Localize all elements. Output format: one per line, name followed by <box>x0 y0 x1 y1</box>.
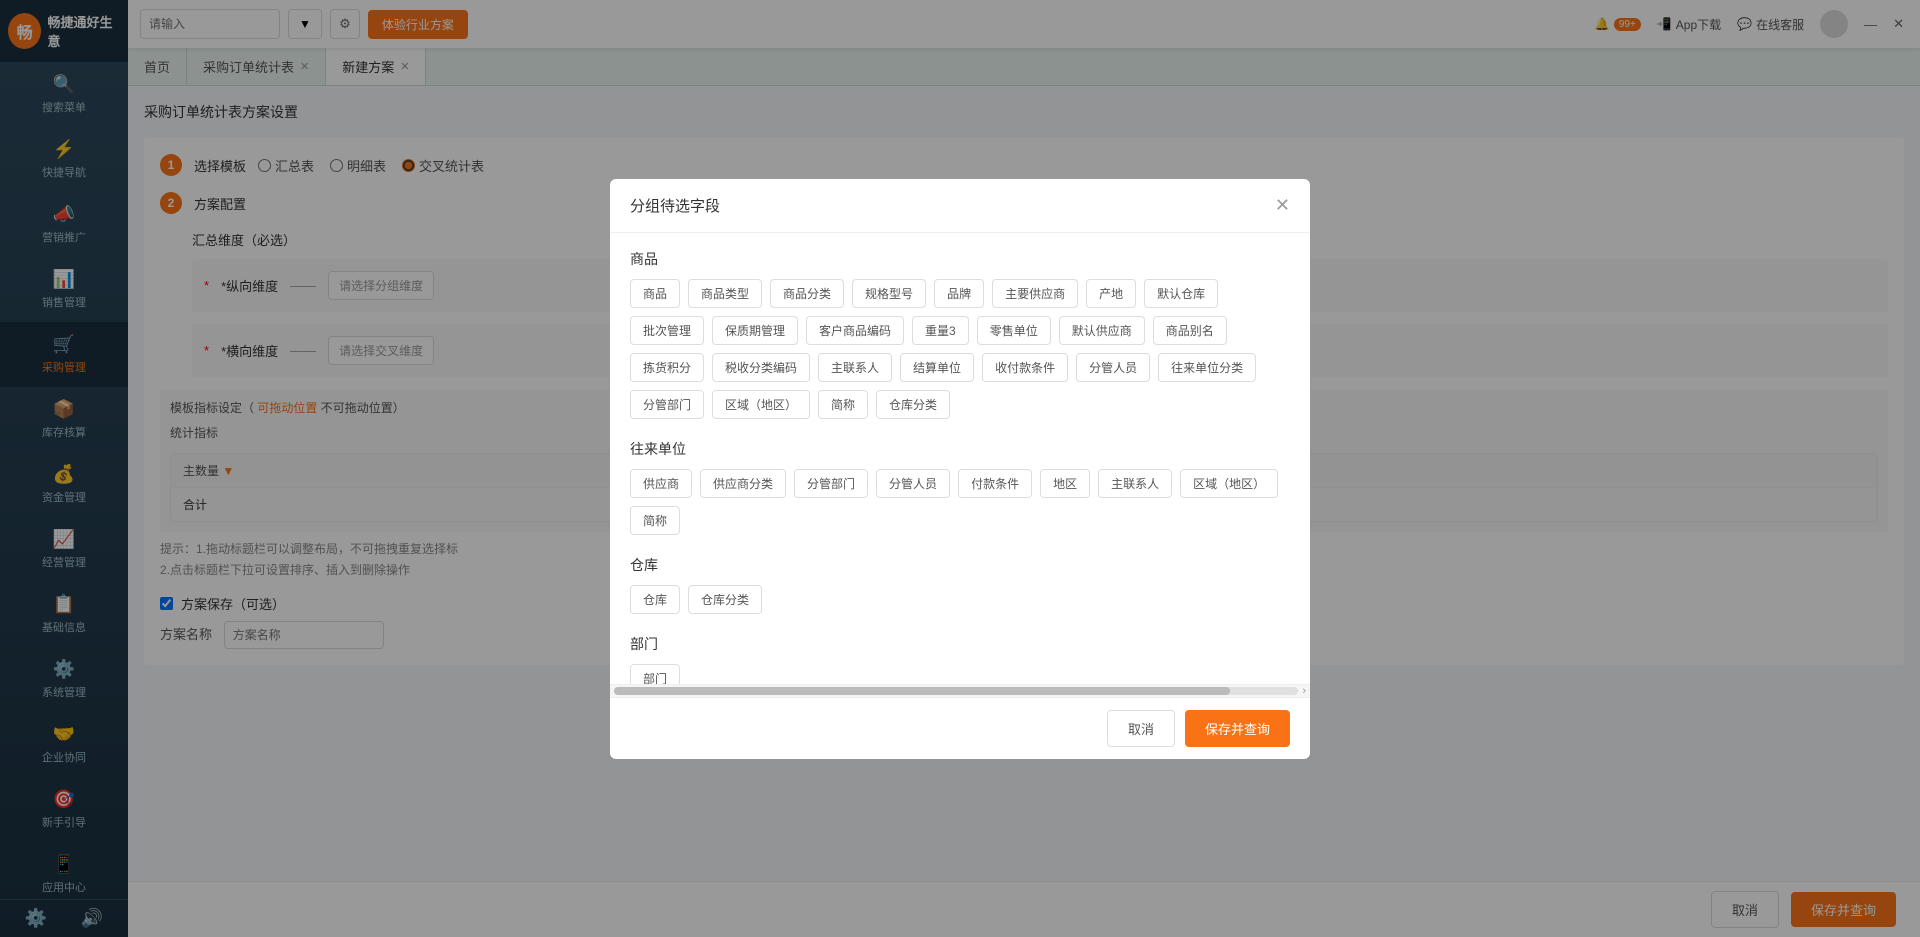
modal-overlay: 分组待选字段 ✕ 商品 商品 商品类型 商品分类 规格型号 品牌 主要供应商 产… <box>0 0 1920 937</box>
scroll-right-arrow[interactable]: › <box>1302 685 1306 697</box>
modal-close-icon[interactable]: ✕ <box>1275 195 1290 216</box>
field-tag-source-unit-cat[interactable]: 往来单位分类 <box>1158 353 1256 382</box>
field-tag-warehouse-cat[interactable]: 仓库分类 <box>876 390 950 419</box>
field-tag-mgmt-dept[interactable]: 分管部门 <box>630 390 704 419</box>
modal-scrollbar-track <box>614 687 1298 695</box>
field-tags-counterpart: 供应商 供应商分类 分管部门 分管人员 付款条件 地区 主联系人 区域（地区） … <box>630 469 1290 535</box>
field-tag-origin[interactable]: 产地 <box>1086 279 1136 308</box>
field-tag-pick-points[interactable]: 拣货积分 <box>630 353 704 382</box>
modal-footer: 取消 保存并查询 <box>610 697 1310 759</box>
field-tag-tax-code[interactable]: 税收分类编码 <box>712 353 810 382</box>
field-tag-customer-code[interactable]: 客户商品编码 <box>806 316 904 345</box>
field-tag-settlement-unit[interactable]: 结算单位 <box>900 353 974 382</box>
modal-scrollbar-thumb[interactable] <box>614 687 1230 695</box>
field-tag-brand[interactable]: 品牌 <box>934 279 984 308</box>
field-tag-short-name2[interactable]: 简称 <box>630 506 680 535</box>
field-group-counterpart: 往来单位 供应商 供应商分类 分管部门 分管人员 付款条件 地区 主联系人 区域… <box>630 439 1290 535</box>
field-group-department: 部门 部门 <box>630 634 1290 684</box>
field-tag-main-contact[interactable]: 主联系人 <box>1098 469 1172 498</box>
modal-title: 分组待选字段 <box>630 195 720 216</box>
field-tag-short-name[interactable]: 简称 <box>818 390 868 419</box>
field-group-warehouse: 仓库 仓库 仓库分类 <box>630 555 1290 614</box>
field-tag-product[interactable]: 商品 <box>630 279 680 308</box>
field-group-counterpart-title: 往来单位 <box>630 439 1290 459</box>
field-tag-supplier[interactable]: 供应商 <box>630 469 692 498</box>
modal-scrollbar-area: › <box>610 684 1310 697</box>
field-tag-dept-person[interactable]: 分管人员 <box>876 469 950 498</box>
field-tag-product-alias[interactable]: 商品别名 <box>1153 316 1227 345</box>
modal-confirm-button[interactable]: 保存并查询 <box>1185 710 1290 747</box>
field-tag-main-supplier[interactable]: 主要供应商 <box>992 279 1078 308</box>
field-tag-dept[interactable]: 分管部门 <box>794 469 868 498</box>
modal: 分组待选字段 ✕ 商品 商品 商品类型 商品分类 规格型号 品牌 主要供应商 产… <box>610 179 1310 759</box>
field-tag-product-type[interactable]: 商品类型 <box>688 279 762 308</box>
field-tag-weight3[interactable]: 重量3 <box>912 316 969 345</box>
field-tag-default-warehouse[interactable]: 默认仓库 <box>1144 279 1218 308</box>
field-tags-department: 部门 <box>630 664 1290 684</box>
field-tag-contact-person[interactable]: 主联系人 <box>818 353 892 382</box>
field-group-department-title: 部门 <box>630 634 1290 654</box>
field-tag-supplier-category[interactable]: 供应商分类 <box>700 469 786 498</box>
field-tag-warehouse-category2[interactable]: 仓库分类 <box>688 585 762 614</box>
modal-body: 商品 商品 商品类型 商品分类 规格型号 品牌 主要供应商 产地 默认仓库 批次… <box>610 233 1310 684</box>
field-tag-expiry-mgmt[interactable]: 保质期管理 <box>712 316 798 345</box>
field-tag-area2[interactable]: 区域（地区） <box>1180 469 1278 498</box>
field-group-warehouse-title: 仓库 <box>630 555 1290 575</box>
field-tag-spec-type[interactable]: 规格型号 <box>852 279 926 308</box>
field-tag-department[interactable]: 部门 <box>630 664 680 684</box>
modal-header: 分组待选字段 ✕ <box>610 179 1310 233</box>
field-tag-product-category[interactable]: 商品分类 <box>770 279 844 308</box>
modal-cancel-button[interactable]: 取消 <box>1107 710 1175 747</box>
field-tag-payment-terms[interactable]: 收付款条件 <box>982 353 1068 382</box>
field-tag-retail-unit[interactable]: 零售单位 <box>977 316 1051 345</box>
field-tags-product: 商品 商品类型 商品分类 规格型号 品牌 主要供应商 产地 默认仓库 批次管理 … <box>630 279 1290 419</box>
field-group-product: 商品 商品 商品类型 商品分类 规格型号 品牌 主要供应商 产地 默认仓库 批次… <box>630 249 1290 419</box>
field-tag-region[interactable]: 地区 <box>1040 469 1090 498</box>
field-tag-batch-mgmt[interactable]: 批次管理 <box>630 316 704 345</box>
field-tags-warehouse: 仓库 仓库分类 <box>630 585 1290 614</box>
field-tag-payment-condition[interactable]: 付款条件 <box>958 469 1032 498</box>
field-tag-warehouse[interactable]: 仓库 <box>630 585 680 614</box>
field-tag-manager[interactable]: 分管人员 <box>1076 353 1150 382</box>
field-tag-area[interactable]: 区域（地区） <box>712 390 810 419</box>
field-tag-default-supplier[interactable]: 默认供应商 <box>1059 316 1145 345</box>
field-group-product-title: 商品 <box>630 249 1290 269</box>
